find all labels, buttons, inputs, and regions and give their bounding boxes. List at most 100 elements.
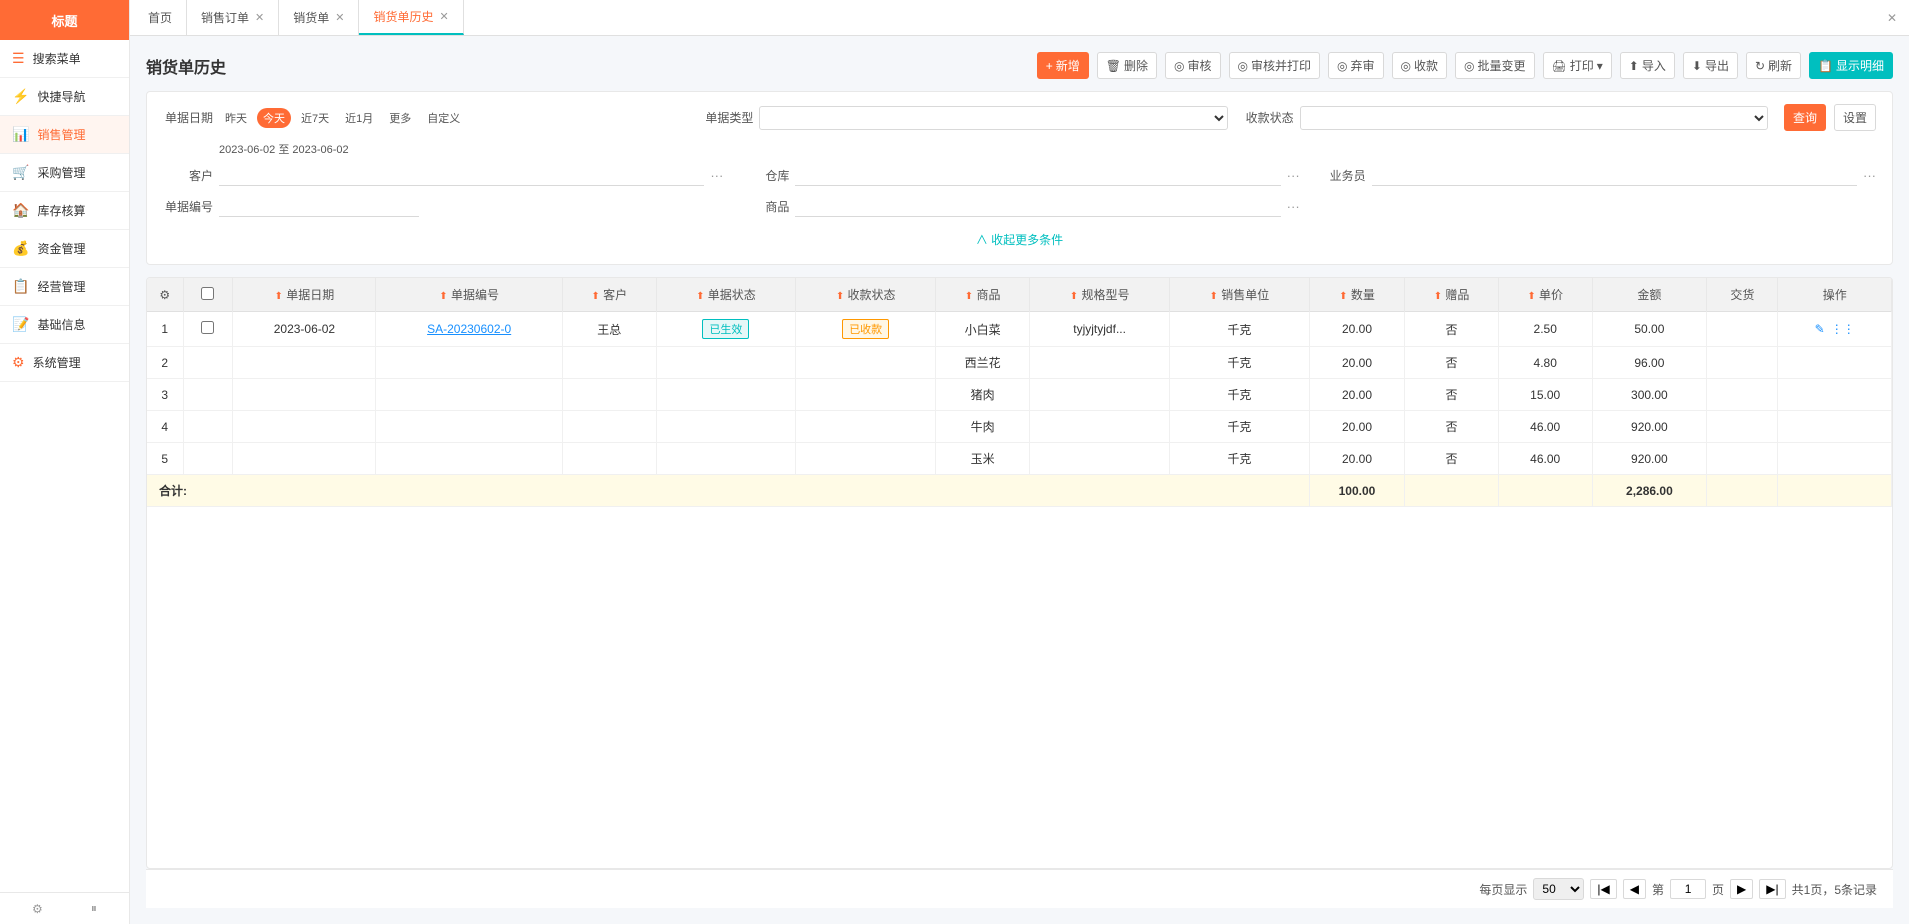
cell-customer: [562, 347, 656, 379]
page-size-label: 每页显示: [1479, 881, 1527, 898]
sidebar-collapse-btn[interactable]: ⏸: [91, 901, 97, 916]
add-button[interactable]: + 新增: [1037, 52, 1089, 79]
col-doc-date[interactable]: ⬆ 单据日期: [233, 278, 376, 312]
prev-page-btn[interactable]: ◀: [1623, 879, 1646, 899]
cell-row-no: 4: [147, 411, 183, 443]
customer-ellipsis-btn[interactable]: ···: [710, 168, 723, 183]
row-checkbox[interactable]: [201, 321, 214, 334]
sidebar-item-label: 销售管理: [37, 126, 85, 143]
tab-close-sales-order[interactable]: ✕: [255, 11, 264, 24]
delete-button[interactable]: 🗑 删除: [1097, 52, 1157, 79]
sidebar-item-basic-info[interactable]: 📝 基础信息: [0, 306, 129, 344]
col-gift[interactable]: ⬆ 赠品: [1405, 278, 1499, 312]
sidebar-item-label: 搜索菜单: [33, 50, 81, 67]
goods-ellipsis-btn[interactable]: ···: [1287, 199, 1300, 214]
cell-transaction: [1707, 411, 1778, 443]
tab-close-sales-goods[interactable]: ✕: [335, 11, 344, 24]
cell-transaction: [1707, 379, 1778, 411]
warehouse-label: 仓库: [739, 167, 789, 184]
doc-type-select[interactable]: [759, 106, 1227, 130]
col-payment-status[interactable]: ⬆ 收款状态: [796, 278, 936, 312]
sidebar-item-inventory[interactable]: 🏠 库存核算: [0, 192, 129, 230]
sidebar-item-operations-mgmt[interactable]: 📋 经营管理: [0, 268, 129, 306]
select-all-checkbox[interactable]: [201, 287, 214, 300]
sidebar-settings-btn[interactable]: ⚙: [32, 902, 43, 916]
filter-row-1: 单据日期 昨天 今天 近7天 近1月 更多 自定义 单据类型: [163, 104, 1876, 131]
salesperson-label: 业务员: [1316, 167, 1366, 184]
edit-action-btn[interactable]: ✎: [1815, 322, 1825, 336]
sidebar-item-finance-mgmt[interactable]: 💰 资金管理: [0, 230, 129, 268]
query-button[interactable]: 查询: [1784, 104, 1826, 131]
doc-no-link[interactable]: SA-20230602-0: [427, 322, 511, 336]
col-unit[interactable]: ⬆ 销售单位: [1169, 278, 1309, 312]
warehouse-input[interactable]: [795, 165, 1280, 186]
batch-change-button[interactable]: ◎ 批量变更: [1455, 52, 1535, 79]
cell-qty: 20.00: [1309, 347, 1405, 379]
sidebar-item-sales-mgmt[interactable]: 📊 销售管理: [0, 116, 129, 154]
finance-mgmt-icon: 💰: [12, 240, 29, 257]
page-number-input[interactable]: [1670, 879, 1706, 899]
date-tag-more[interactable]: 更多: [383, 108, 417, 128]
more-action-btn[interactable]: ⋮⋮: [1831, 322, 1855, 336]
col-settings[interactable]: ⚙: [147, 278, 183, 312]
cell-gift: 否: [1405, 443, 1499, 475]
audit-button[interactable]: ◎ 审核: [1165, 52, 1221, 79]
doc-no-input[interactable]: [219, 196, 419, 217]
tab-bar-close-btn[interactable]: ✕: [1887, 11, 1905, 25]
sidebar-item-quick-nav[interactable]: ⚡ 快捷导航: [0, 78, 129, 116]
cell-checkbox: [183, 379, 233, 411]
date-tag-1month[interactable]: 近1月: [339, 108, 379, 128]
show-details-button[interactable]: 📋 显示明细: [1809, 52, 1893, 79]
col-doc-no[interactable]: ⬆ 单据编号: [376, 278, 563, 312]
print-button[interactable]: 🖨 打印 ▾: [1543, 52, 1612, 79]
audit-print-button[interactable]: ◎ 审核并打印: [1229, 52, 1321, 79]
settings-button[interactable]: 设置: [1834, 104, 1876, 131]
next-page-btn[interactable]: ▶: [1730, 879, 1753, 899]
col-spec[interactable]: ⬆ 规格型号: [1030, 278, 1170, 312]
date-tag-custom[interactable]: 自定义: [421, 108, 466, 128]
cell-actions: [1778, 411, 1892, 443]
col-goods[interactable]: ⬆ 商品: [936, 278, 1030, 312]
refresh-button[interactable]: ↻ 刷新: [1746, 52, 1801, 79]
cell-unit: 千克: [1169, 411, 1309, 443]
export-button[interactable]: ⬇ 导出: [1683, 52, 1738, 79]
tab-sales-order[interactable]: 销售订单 ✕: [187, 0, 279, 35]
sidebar-item-purchase-mgmt[interactable]: 🛒 采购管理: [0, 154, 129, 192]
tab-sales-goods[interactable]: 销货单 ✕: [279, 0, 359, 35]
page-label-end: 页: [1712, 881, 1724, 898]
warehouse-ellipsis-btn[interactable]: ···: [1287, 168, 1300, 183]
app-logo: 标题: [0, 0, 129, 40]
system-mgmt-icon: ⚙: [12, 354, 25, 371]
col-customer[interactable]: ⬆ 客户: [562, 278, 656, 312]
goods-input[interactable]: [795, 196, 1280, 217]
col-qty[interactable]: ⬆ 数量: [1309, 278, 1405, 312]
first-page-btn[interactable]: |◀: [1590, 879, 1616, 899]
data-table: ⚙ ⬆ 单据日期 ⬆ 单据编号 ⬆ 客户 ⬆ 单据状态 ⬆ 收款状态 ⬆ 商品 …: [147, 278, 1892, 507]
data-table-wrapper: ⚙ ⬆ 单据日期 ⬆ 单据编号 ⬆ 客户 ⬆ 单据状态 ⬆ 收款状态 ⬆ 商品 …: [146, 277, 1893, 869]
discard-button[interactable]: ◎ 弃审: [1328, 52, 1384, 79]
customer-input[interactable]: [219, 165, 704, 186]
cell-doc-no: [376, 347, 563, 379]
tab-home[interactable]: 首页: [134, 0, 187, 35]
sidebar-item-search-menu[interactable]: ☰ 搜索菜单: [0, 40, 129, 78]
sidebar-item-system-mgmt[interactable]: ⚙ 系统管理: [0, 344, 129, 382]
import-button[interactable]: ⬆ 导入: [1620, 52, 1675, 79]
last-page-btn[interactable]: ▶|: [1759, 879, 1785, 899]
tab-close-sales-history[interactable]: ✕: [440, 10, 449, 23]
date-tag-yesterday[interactable]: 昨天: [219, 108, 253, 128]
col-doc-status[interactable]: ⬆ 单据状态: [656, 278, 796, 312]
salesperson-input[interactable]: [1372, 165, 1857, 186]
salesperson-ellipsis-btn[interactable]: ···: [1863, 168, 1876, 183]
refresh-icon: ↻: [1755, 59, 1765, 73]
col-unit-price[interactable]: ⬆ 单价: [1498, 278, 1592, 312]
customer-label: 客户: [163, 167, 213, 184]
date-tag-7days[interactable]: 近7天: [295, 108, 335, 128]
date-tag-today[interactable]: 今天: [257, 108, 291, 128]
collect-button[interactable]: ◎ 收款: [1392, 52, 1448, 79]
payment-status-select[interactable]: [1300, 106, 1768, 130]
page-size-select[interactable]: 50 20 100: [1533, 878, 1584, 900]
filter-row-2: 客户 ··· 仓库 ··· 业务员 ···: [163, 165, 1876, 186]
table-row: 2 西兰花 千克 20.00 否 4.80 96.00: [147, 347, 1892, 379]
collapse-button[interactable]: ∧ 收起更多条件: [163, 227, 1876, 252]
tab-sales-history[interactable]: 销货单历史 ✕: [359, 0, 463, 35]
